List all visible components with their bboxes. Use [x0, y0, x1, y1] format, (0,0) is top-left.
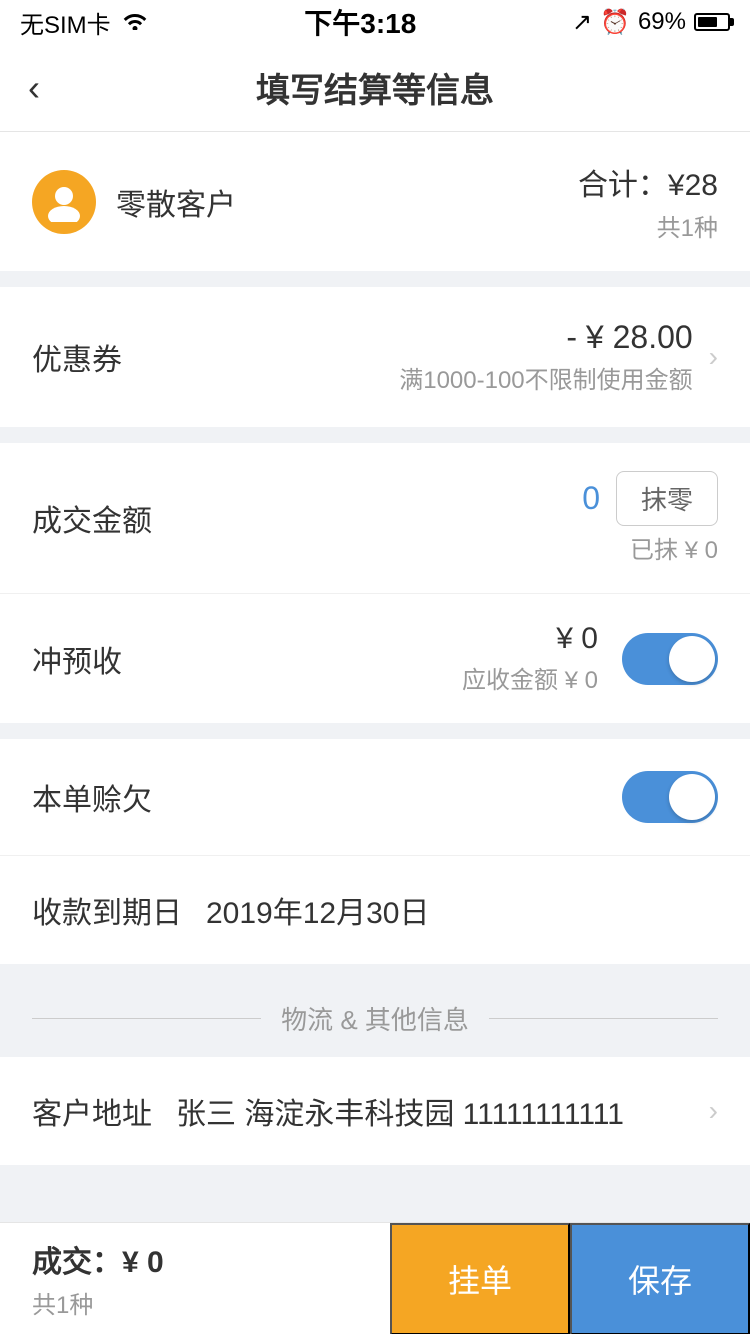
- page-title: 填写结算等信息: [256, 63, 494, 112]
- advance-right: ¥ 0 应收金额 ¥ 0: [462, 622, 718, 695]
- wifi-icon: [121, 8, 149, 37]
- save-button[interactable]: 保存: [570, 1223, 750, 1334]
- advance-toggle[interactable]: [622, 633, 718, 685]
- advance-label: 冲预收: [32, 637, 122, 681]
- debit-row: 本单赊欠: [0, 739, 750, 855]
- nav-bar: ‹ 填写结算等信息: [0, 44, 750, 132]
- bottom-deal-text: 成交：¥ 0: [32, 1237, 358, 1281]
- coupon-right: - ¥ 28.00 满1000-100不限制使用金额 ›: [399, 319, 718, 395]
- content-area: 零散客户 合计：¥28 共1种 优惠券 - ¥ 28.00 满1000-100不…: [0, 132, 750, 1301]
- due-date-value: 2019年12月30日: [206, 888, 429, 932]
- status-bar: 无SIM卡 下午3:18 ↗ ⏰ 69%: [0, 0, 750, 44]
- address-value: 张三 海淀永丰科技园 11111111111: [176, 1089, 709, 1133]
- avatar: [32, 170, 96, 234]
- debit-toggle[interactable]: [622, 771, 718, 823]
- deal-amount-area: 0 抹零 已抹 ¥ 0: [582, 471, 718, 565]
- alarm-icon: ⏰: [600, 8, 630, 37]
- logistics-card: 物流 & 其他信息 客户地址 张三 海淀永丰科技园 11111111111 ›: [0, 980, 750, 1165]
- location-icon: ↗: [572, 8, 592, 37]
- due-date-label: 收款到期日: [32, 888, 182, 932]
- advance-sub: 应收金额 ¥ 0: [462, 660, 598, 695]
- logistics-title: 物流 & 其他信息: [261, 1000, 489, 1037]
- deal-card: 成交金额 0 抹零 已抹 ¥ 0 冲预收 ¥ 0 应收金额 ¥ 0: [0, 443, 750, 723]
- bottom-deal-value: ¥ 0: [122, 1246, 164, 1279]
- coupon-desc: 满1000-100不限制使用金额: [399, 360, 692, 395]
- coupon-row[interactable]: 优惠券 - ¥ 28.00 满1000-100不限制使用金额 ›: [0, 287, 750, 427]
- advance-row: 冲预收 ¥ 0 应收金额 ¥ 0: [0, 593, 750, 723]
- status-left: 无SIM卡: [20, 5, 149, 40]
- bottom-count: 共1种: [32, 1285, 358, 1320]
- chevron-right-icon: ›: [709, 341, 718, 373]
- logistics-line-left: [32, 1018, 261, 1019]
- toggle-circle: [669, 636, 715, 682]
- customer-right: 合计：¥28 共1种: [578, 160, 718, 243]
- coupon-card: 优惠券 - ¥ 28.00 满1000-100不限制使用金额 ›: [0, 287, 750, 427]
- customer-card: 零散客户 合计：¥28 共1种: [0, 132, 750, 271]
- logistics-line-right: [489, 1018, 718, 1019]
- logistics-header: 物流 & 其他信息: [0, 980, 750, 1057]
- debit-card: 本单赊欠 收款到期日 2019年12月30日: [0, 739, 750, 964]
- deal-amount-value[interactable]: 0: [582, 480, 600, 517]
- deal-amount-row: 成交金额 0 抹零 已抹 ¥ 0: [0, 443, 750, 593]
- advance-value: ¥ 0: [462, 622, 598, 656]
- status-time: 下午3:18: [304, 2, 416, 42]
- bottom-bar: 成交：¥ 0 共1种 挂单 保存: [0, 1222, 750, 1334]
- battery-percent: 69%: [638, 8, 686, 36]
- total-count: 共1种: [578, 208, 718, 243]
- bottom-info: 成交：¥ 0 共1种: [0, 1237, 390, 1320]
- status-right: ↗ ⏰ 69%: [572, 8, 730, 37]
- round-button[interactable]: 抹零: [616, 471, 718, 526]
- deal-amount-right: 0 抹零 已抹 ¥ 0: [582, 471, 718, 565]
- due-date-row: 收款到期日 2019年12月30日: [0, 855, 750, 964]
- bottom-deal-label: 成交：: [32, 1246, 122, 1279]
- coupon-value-area: - ¥ 28.00 满1000-100不限制使用金额: [399, 319, 692, 395]
- customer-left: 零散客户: [32, 170, 236, 234]
- total-amount: 合计：¥28: [578, 160, 718, 204]
- back-button[interactable]: ‹: [28, 67, 40, 109]
- debit-toggle-circle: [669, 774, 715, 820]
- customer-name: 零散客户: [116, 180, 236, 224]
- deal-amount-label: 成交金额: [32, 496, 152, 540]
- address-row[interactable]: 客户地址 张三 海淀永丰科技园 11111111111 ›: [0, 1057, 750, 1165]
- debit-label: 本单赊欠: [32, 775, 152, 819]
- coupon-value: - ¥ 28.00: [399, 319, 692, 356]
- battery-icon: [694, 13, 730, 31]
- address-chevron-icon: ›: [709, 1095, 718, 1127]
- address-label: 客户地址: [32, 1089, 152, 1133]
- carrier-text: 无SIM卡: [20, 5, 111, 40]
- advance-amounts: ¥ 0 应收金额 ¥ 0: [462, 622, 598, 695]
- customer-row: 零散客户 合计：¥28 共1种: [0, 132, 750, 271]
- coupon-label: 优惠券: [32, 335, 122, 379]
- person-icon: [44, 182, 84, 222]
- deal-amount-sub: 已抹 ¥ 0: [582, 530, 718, 565]
- pending-button[interactable]: 挂单: [390, 1223, 570, 1334]
